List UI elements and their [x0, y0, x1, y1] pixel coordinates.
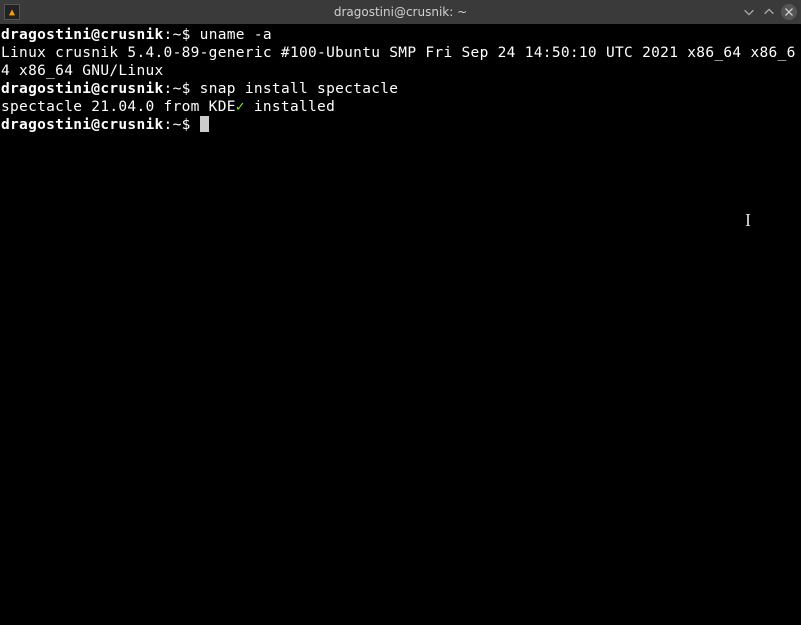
command-text: uname -a — [200, 27, 272, 43]
output-line-1: Linux crusnik 5.4.0-89-generic #100-Ubun… — [1, 45, 796, 79]
prompt-line-2: dragostini@crusnik:~$ snap install spect… — [1, 81, 398, 97]
minimize-button[interactable] — [741, 4, 757, 20]
close-icon — [782, 5, 796, 19]
terminal-output[interactable]: dragostini@crusnik:~$ uname -a Linux cru… — [0, 24, 801, 136]
prompt-user-host: dragostini@crusnik — [1, 27, 164, 43]
prompt-path: ~ — [173, 81, 182, 97]
checkmark-icon: ✓ — [236, 99, 245, 115]
prompt-symbol: $ — [182, 117, 191, 133]
terminal-cursor — [200, 116, 209, 132]
maximize-button[interactable] — [761, 4, 777, 20]
window-titlebar: ▲ dragostini@crusnik: ~ — [0, 0, 801, 24]
prompt-line-3: dragostini@crusnik:~$ — [1, 117, 209, 133]
close-button[interactable] — [781, 4, 797, 20]
prompt-separator: : — [164, 81, 173, 97]
window-controls — [741, 4, 797, 20]
mouse-text-cursor-icon: I — [745, 210, 751, 231]
app-icon: ▲ — [4, 4, 20, 20]
command-text: snap install spectacle — [200, 81, 399, 97]
prompt-user-host: dragostini@crusnik — [1, 117, 164, 133]
output-line-2: spectacle 21.04.0 from KDE✓ installed — [1, 99, 335, 115]
prompt-separator: : — [164, 117, 173, 133]
app-icon-glyph: ▲ — [9, 7, 15, 18]
chevron-down-icon — [742, 5, 756, 19]
prompt-user-host: dragostini@crusnik — [1, 81, 164, 97]
window-title: dragostini@crusnik: ~ — [334, 5, 467, 19]
chevron-up-icon — [762, 5, 776, 19]
prompt-path: ~ — [173, 117, 182, 133]
prompt-line-1: dragostini@crusnik:~$ uname -a — [1, 27, 272, 43]
output-text-pre: spectacle 21.04.0 from KDE — [1, 99, 236, 115]
prompt-path: ~ — [173, 27, 182, 43]
prompt-separator: : — [164, 27, 173, 43]
output-text-post: installed — [245, 99, 335, 115]
prompt-symbol: $ — [182, 81, 191, 97]
prompt-symbol: $ — [182, 27, 191, 43]
